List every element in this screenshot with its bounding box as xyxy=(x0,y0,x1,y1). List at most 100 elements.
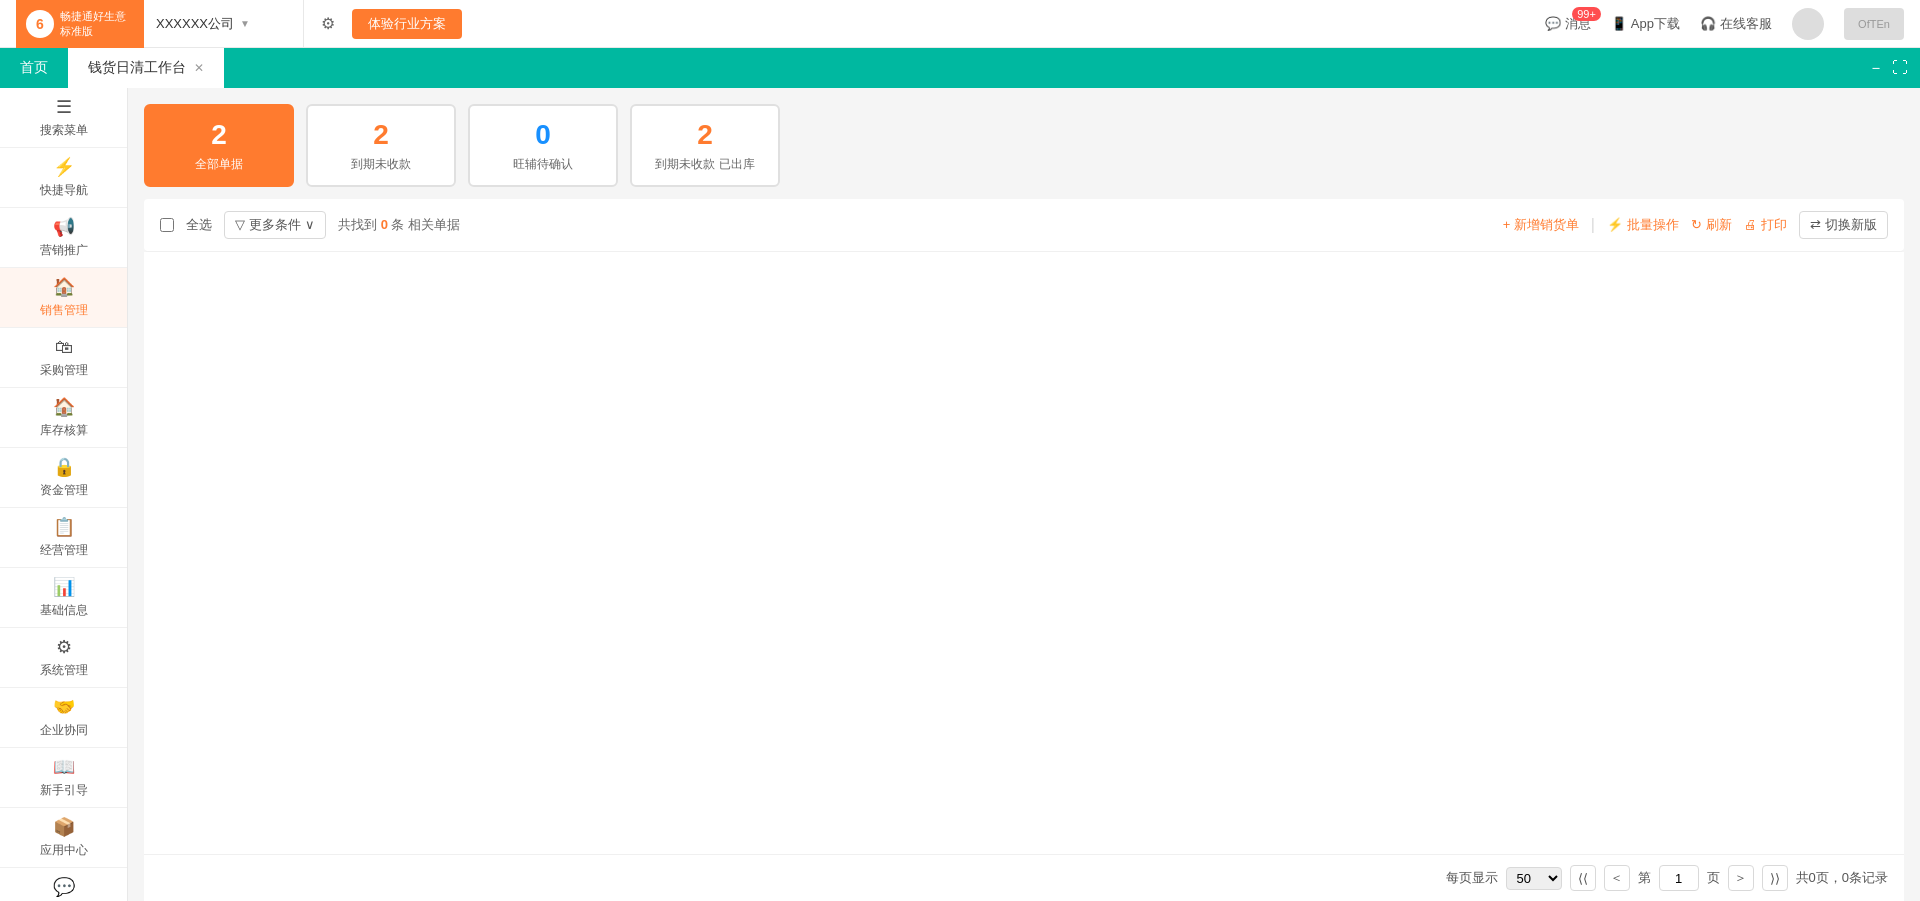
first-page-button[interactable]: ⟨⟨ xyxy=(1570,865,1596,891)
stat-card-all[interactable]: 2 全部单据 xyxy=(144,104,294,187)
sidebar-item-finance[interactable]: 🔒 资金管理 xyxy=(0,448,127,508)
online-service-button[interactable]: 🎧 在线客服 xyxy=(1700,15,1772,33)
guide-icon: 📖 xyxy=(53,756,75,778)
sidebar-item-guide[interactable]: 📖 新手引导 xyxy=(0,748,127,808)
main-layout: ☰ 搜索菜单 ⚡ 快捷导航 📢 营销推广 🏠 销售管理 🛍 采购管理 🏠 库存核… xyxy=(0,88,1920,901)
toolbar-right: + 新增销货单 | ⚡ 批量操作 ↻ 刷新 🖨 打印 ⇄ 切换新版 xyxy=(1503,211,1888,239)
nav-tabs: 首页 钱货日清工作台 ✕ － ⛶ xyxy=(0,48,1920,88)
sidebar-item-wechat[interactable]: 💬 企业微信 xyxy=(0,868,127,901)
sidebar-item-enterprise[interactable]: 🤝 企业协同 xyxy=(0,688,127,748)
enterprise-icon: 🤝 xyxy=(53,696,75,718)
found-text: 共找到 0 条 相关单据 xyxy=(338,216,460,234)
app-center-icon: 📦 xyxy=(53,816,75,838)
top-right: 💬 消息 99+ 📱 App下载 🎧 在线客服 OfTEn xyxy=(1545,8,1904,40)
sidebar-item-system[interactable]: ⚙ 系统管理 xyxy=(0,628,127,688)
select-all-checkbox[interactable] xyxy=(160,218,174,232)
search-menu-icon: ☰ xyxy=(56,96,72,118)
batch-icon: ⚡ xyxy=(1607,217,1623,232)
sidebar-item-purchase[interactable]: 🛍 采购管理 xyxy=(0,328,127,388)
sidebar-item-operations[interactable]: 📋 经营管理 xyxy=(0,508,127,568)
system-icon: ⚙ xyxy=(56,636,72,658)
tab-workbench[interactable]: 钱货日清工作台 ✕ xyxy=(68,48,224,88)
quick-nav-icon: ⚡ xyxy=(53,156,75,178)
app-download-icon: 📱 xyxy=(1611,16,1627,31)
found-count: 0 xyxy=(381,217,388,232)
toolbar: 全选 ▽ 更多条件 ∨ 共找到 0 条 相关单据 + 新增销货单 | ⚡ xyxy=(144,199,1904,252)
print-button[interactable]: 🖨 打印 xyxy=(1744,216,1787,234)
batch-operation-button[interactable]: ⚡ 批量操作 xyxy=(1607,216,1679,234)
top-bar: 6 畅捷通好生意 标准版 XXXXXX公司 ▼ ⚙ 体验行业方案 💬 消息 99… xyxy=(0,0,1920,48)
user-name: OfTEn xyxy=(1844,8,1904,40)
stat-label-pending: 旺辅待确认 xyxy=(513,156,573,173)
switch-icon: ⇄ xyxy=(1810,217,1821,232)
per-page-select[interactable]: 50 10 20 100 xyxy=(1506,867,1562,890)
chevron-filter-icon: ∨ xyxy=(305,217,315,232)
content-area: 2 全部单据 2 到期未收款 0 旺辅待确认 2 到期未收款 已出库 全选 xyxy=(128,88,1920,901)
last-page-button[interactable]: ⟩⟩ xyxy=(1762,865,1788,891)
message-button[interactable]: 💬 消息 99+ xyxy=(1545,15,1591,33)
pagination-bar: 每页显示 50 10 20 100 ⟨⟨ ＜ 第 页 ＞ ⟩⟩ 共0页，0条记录 xyxy=(144,854,1904,901)
base-info-icon: 📊 xyxy=(53,576,75,598)
table-area xyxy=(144,252,1904,854)
stat-num-pending: 0 xyxy=(535,118,551,152)
stat-card-shipped[interactable]: 2 到期未收款 已出库 xyxy=(630,104,780,187)
logo-text: 畅捷通好生意 标准版 xyxy=(60,9,126,38)
marketing-icon: 📢 xyxy=(53,216,75,238)
toolbar-left: 全选 ▽ 更多条件 ∨ 共找到 0 条 相关单据 xyxy=(160,211,460,239)
print-icon: 🖨 xyxy=(1744,217,1757,232)
next-page-button[interactable]: ＞ xyxy=(1728,865,1754,891)
total-label: 共0页，0条记录 xyxy=(1796,869,1888,887)
company-name: XXXXXX公司 xyxy=(156,15,234,33)
stat-label-overdue: 到期未收款 xyxy=(351,156,411,173)
chevron-down-icon: ▼ xyxy=(240,18,250,29)
sidebar: ☰ 搜索菜单 ⚡ 快捷导航 📢 营销推广 🏠 销售管理 🛍 采购管理 🏠 库存核… xyxy=(0,88,128,901)
logo-area: 6 畅捷通好生意 标准版 xyxy=(16,0,144,48)
prev-page-button[interactable]: ＜ xyxy=(1604,865,1630,891)
stat-num-overdue: 2 xyxy=(373,118,389,152)
sales-icon: 🏠 xyxy=(53,276,75,298)
sidebar-item-inventory[interactable]: 🏠 库存核算 xyxy=(0,388,127,448)
stat-card-pending[interactable]: 0 旺辅待确认 xyxy=(468,104,618,187)
minimize-button[interactable]: － xyxy=(1868,58,1884,79)
company-selector[interactable]: XXXXXX公司 ▼ xyxy=(144,0,304,48)
filter-button[interactable]: ▽ 更多条件 ∨ xyxy=(224,211,326,239)
stat-card-overdue[interactable]: 2 到期未收款 xyxy=(306,104,456,187)
per-page-label: 每页显示 xyxy=(1446,869,1498,887)
operations-icon: 📋 xyxy=(53,516,75,538)
nav-tab-actions: － ⛶ xyxy=(1868,58,1920,79)
switch-version-button[interactable]: ⇄ 切换新版 xyxy=(1799,211,1888,239)
service-icon: 🎧 xyxy=(1700,16,1716,31)
select-all-label: 全选 xyxy=(186,216,212,234)
message-icon: 💬 xyxy=(1545,16,1561,31)
trial-button[interactable]: 体验行业方案 xyxy=(352,9,462,39)
page-number-input[interactable] xyxy=(1659,865,1699,891)
close-tab-icon[interactable]: ✕ xyxy=(194,61,204,75)
sidebar-item-search-menu[interactable]: ☰ 搜索菜单 xyxy=(0,88,127,148)
refresh-icon: ↻ xyxy=(1691,217,1702,232)
logo-icon: 6 xyxy=(26,10,54,38)
refresh-button[interactable]: ↻ 刷新 xyxy=(1691,216,1732,234)
settings-button[interactable]: ⚙ xyxy=(312,8,344,40)
toolbar-divider: | xyxy=(1591,216,1595,234)
avatar[interactable] xyxy=(1792,8,1824,40)
stat-num-all: 2 xyxy=(211,118,227,152)
sidebar-item-quick-nav[interactable]: ⚡ 快捷导航 xyxy=(0,148,127,208)
filter-icon: ▽ xyxy=(235,217,245,232)
stat-label-shipped: 到期未收款 已出库 xyxy=(655,156,754,173)
finance-icon: 🔒 xyxy=(53,456,75,478)
stat-label-all: 全部单据 xyxy=(195,156,243,173)
sidebar-item-marketing[interactable]: 📢 营销推广 xyxy=(0,208,127,268)
purchase-icon: 🛍 xyxy=(55,337,73,358)
add-order-button[interactable]: + 新增销货单 xyxy=(1503,216,1579,234)
sidebar-item-app-center[interactable]: 📦 应用中心 xyxy=(0,808,127,868)
stat-num-shipped: 2 xyxy=(697,118,713,152)
tab-home[interactable]: 首页 xyxy=(0,48,68,88)
wechat-icon: 💬 xyxy=(53,876,75,898)
maximize-button[interactable]: ⛶ xyxy=(1892,59,1908,77)
app-download-button[interactable]: 📱 App下载 xyxy=(1611,15,1680,33)
message-badge: 99+ xyxy=(1572,7,1601,21)
inventory-icon: 🏠 xyxy=(53,396,75,418)
sidebar-item-base-info[interactable]: 📊 基础信息 xyxy=(0,568,127,628)
page-suffix: 页 xyxy=(1707,869,1720,887)
sidebar-item-sales[interactable]: 🏠 销售管理 xyxy=(0,268,127,328)
